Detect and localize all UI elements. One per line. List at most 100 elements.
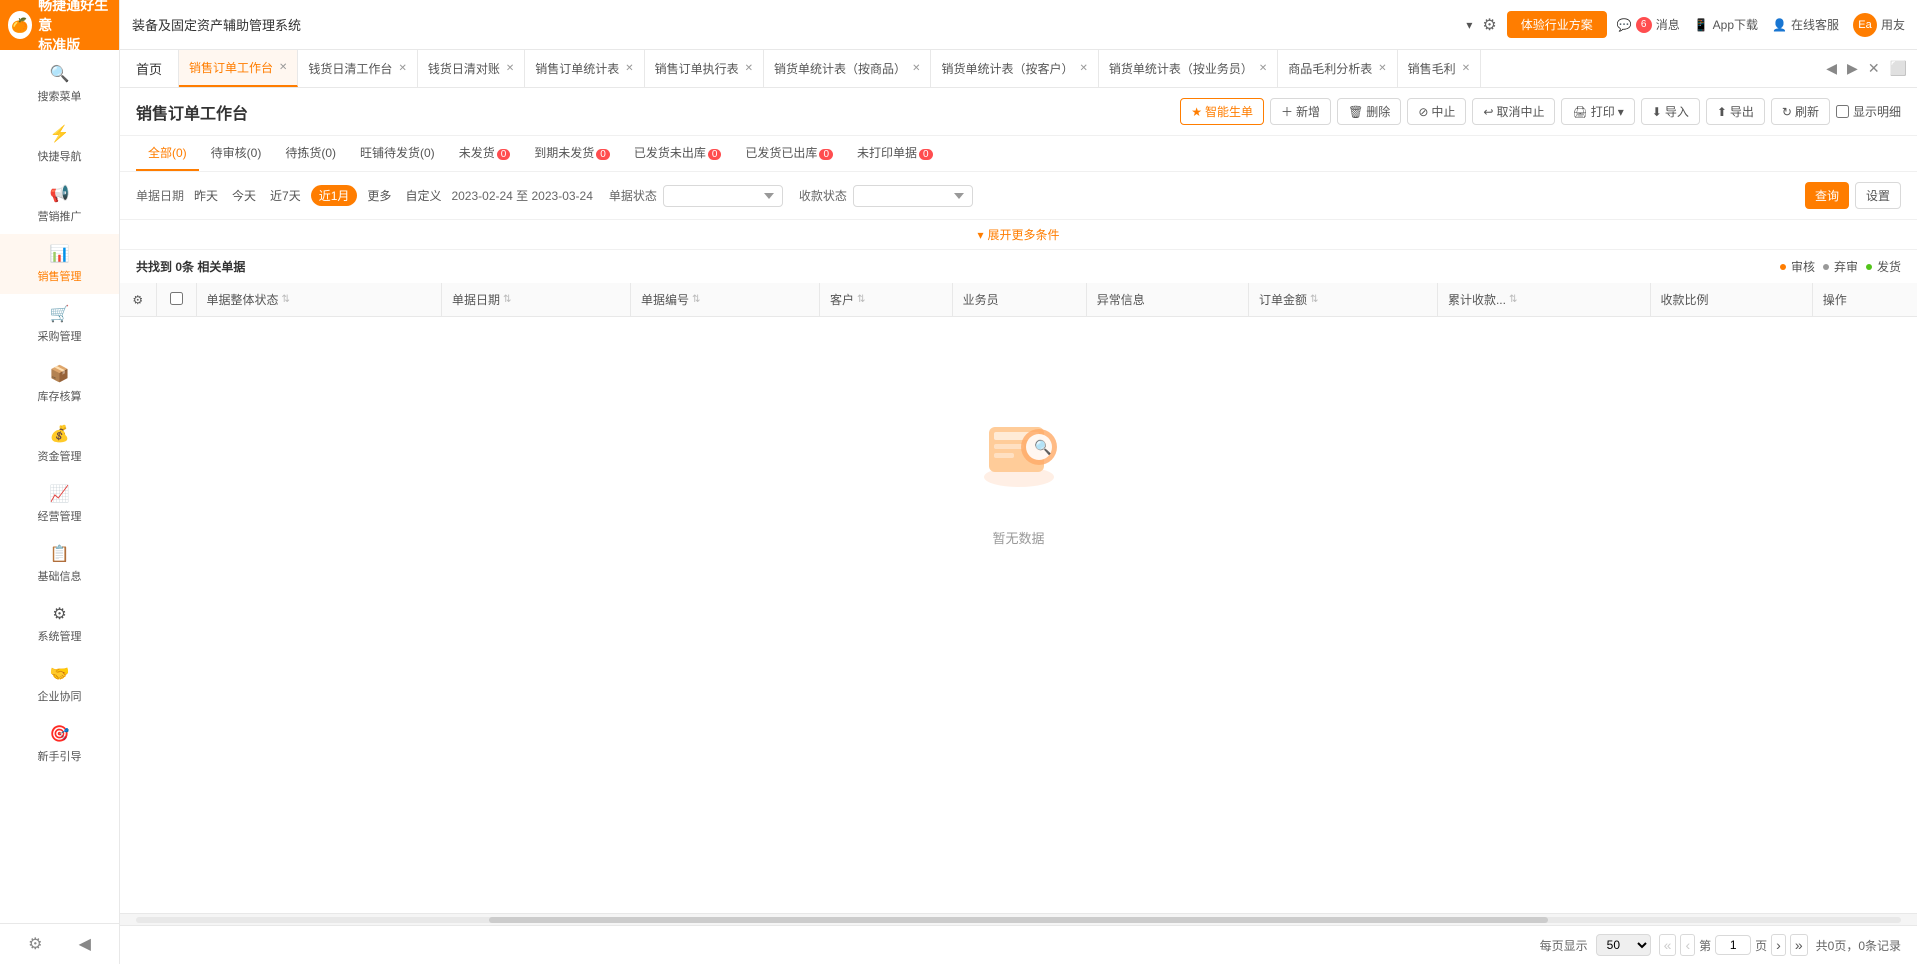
hscroll-track[interactable] — [136, 917, 1901, 923]
tab-item-7[interactable]: 销货单统计表（按业务员） ✕ — [1099, 50, 1278, 87]
tab-item-1[interactable]: 钱货日清工作台 ✕ — [298, 50, 417, 87]
show-detail-checkbox[interactable]: 显示明细 — [1836, 103, 1901, 120]
tab-item-3[interactable]: 销售订单统计表 ✕ — [525, 50, 644, 87]
tab-close-9[interactable]: ✕ — [1462, 63, 1470, 74]
cancel-stop-button[interactable]: ↩ 取消中止 — [1472, 98, 1555, 125]
sort-amount[interactable]: 订单金额 ⇅ — [1259, 291, 1427, 308]
import-button[interactable]: ⬇ 导入 — [1641, 98, 1700, 125]
tab-maximize[interactable]: ⬜ — [1886, 58, 1911, 79]
sub-tab-8[interactable]: 未打印单据0 — [845, 136, 945, 171]
delete-button[interactable]: 🗑 删除 — [1337, 98, 1401, 125]
add-button[interactable]: ＋ 新增 — [1270, 98, 1331, 125]
message-action[interactable]: 💬 6 消息 — [1617, 16, 1680, 33]
tab-item-6[interactable]: 销货单统计表（按客户） ✕ — [931, 50, 1098, 87]
sub-tab-0[interactable]: 全部(0) — [136, 136, 199, 171]
tab-item-2[interactable]: 钱货日清对账 ✕ — [418, 50, 525, 87]
tab-item-4[interactable]: 销售订单执行表 ✕ — [645, 50, 764, 87]
sidebar-item-2[interactable]: 📢 营销推广 — [0, 174, 119, 234]
page-input[interactable]: 1 — [1715, 935, 1751, 955]
settings-icon[interactable]: ⚙ — [1482, 15, 1496, 35]
first-page-btn[interactable]: « — [1659, 934, 1677, 956]
date-option-5[interactable]: 自定义 — [401, 185, 445, 206]
tab-item-0[interactable]: 销售订单工作台 ✕ — [179, 50, 298, 87]
tab-item-8[interactable]: 商品毛利分析表 ✕ — [1278, 50, 1397, 87]
sidebar-item-4[interactable]: 🛒 采购管理 — [0, 294, 119, 354]
sort-number[interactable]: 单据编号 ⇅ — [641, 291, 809, 308]
payment-filter-select[interactable] — [853, 185, 973, 207]
tab-scroll-right[interactable]: ▶ — [1843, 58, 1862, 79]
next-page-btn[interactable]: › — [1771, 934, 1786, 956]
sub-tab-3[interactable]: 旺铺待发货(0) — [348, 136, 447, 171]
ship-action-btn[interactable]: 发货 — [1866, 258, 1901, 275]
review-action-btn[interactable]: 审核 — [1780, 258, 1815, 275]
sidebar-item-3[interactable]: 📊 销售管理 — [0, 234, 119, 294]
prev-page-btn[interactable]: ‹ — [1680, 934, 1695, 956]
sidebar-item-6[interactable]: 💰 资金管理 — [0, 414, 119, 474]
industry-solution-button[interactable]: 体验行业方案 — [1507, 11, 1607, 38]
query-button[interactable]: 查询 — [1805, 182, 1849, 209]
refresh-button[interactable]: ↻ 刷新 — [1771, 98, 1830, 125]
sidebar-item-10[interactable]: 🤝 企业协同 — [0, 654, 119, 714]
sidebar-item-8[interactable]: 📋 基础信息 — [0, 534, 119, 594]
sub-tab-label-4: 未发货 — [459, 146, 495, 160]
sub-tab-label-7: 已发货已出库 — [745, 146, 817, 160]
tab-close-2[interactable]: ✕ — [506, 63, 514, 74]
status-filter-select[interactable] — [663, 185, 783, 207]
export-button[interactable]: ⬆ 导出 — [1706, 98, 1765, 125]
date-option-4[interactable]: 更多 — [363, 185, 395, 206]
tab-close-4[interactable]: ✕ — [745, 63, 753, 74]
sidebar-item-9[interactable]: ⚙ 系统管理 — [0, 594, 119, 654]
online-service-action[interactable]: 👤 在线客服 — [1772, 16, 1839, 33]
sidebar-collapse-btn[interactable]: ◀ — [79, 934, 91, 954]
tab-item-9[interactable]: 销售毛利 ✕ — [1398, 50, 1481, 87]
print-button[interactable]: 🖨 打印 ▾ — [1561, 98, 1634, 125]
tab-home[interactable]: 首页 — [120, 50, 179, 87]
settings-button[interactable]: 设置 — [1855, 182, 1901, 209]
date-option-1[interactable]: 今天 — [228, 185, 260, 206]
tab-close-3[interactable]: ✕ — [625, 63, 633, 74]
sidebar-item-0[interactable]: 🔍 搜索菜单 — [0, 54, 119, 114]
sidebar-settings-btn[interactable]: ⚙ — [28, 934, 42, 954]
date-option-0[interactable]: 昨天 — [190, 185, 222, 206]
sub-tab-7[interactable]: 已发货已出库0 — [733, 136, 845, 171]
tab-close-all[interactable]: ✕ — [1864, 58, 1884, 79]
hscroll-thumb[interactable] — [489, 917, 1548, 923]
app-download-action[interactable]: 📱 App下载 — [1694, 16, 1758, 33]
cancel-review-action-btn[interactable]: 弃审 — [1823, 258, 1858, 275]
sub-tab-2[interactable]: 待拣货(0) — [273, 136, 348, 171]
sidebar-label-11: 新手引导 — [38, 748, 82, 764]
tab-close-6[interactable]: ✕ — [1079, 63, 1087, 74]
last-page-btn[interactable]: » — [1790, 934, 1808, 956]
tab-close-8[interactable]: ✕ — [1378, 63, 1386, 74]
settings-col-icon[interactable]: ⚙ — [132, 293, 143, 307]
sidebar-item-11[interactable]: 🎯 新手引导 — [0, 714, 119, 774]
sidebar-item-7[interactable]: 📈 经营管理 — [0, 474, 119, 534]
sort-date[interactable]: 单据日期 ⇅ — [452, 291, 620, 308]
user-profile[interactable]: Ea 用友 — [1853, 13, 1905, 37]
tab-close-5[interactable]: ✕ — [912, 63, 920, 74]
expand-filter-button[interactable]: ▾ 展开更多条件 — [977, 226, 1059, 243]
tab-item-5[interactable]: 销货单统计表（按商品） ✕ — [764, 50, 931, 87]
date-option-2[interactable]: 近7天 — [266, 185, 305, 206]
smart-create-button[interactable]: ★ 智能生单 — [1180, 98, 1264, 125]
sort-collected[interactable]: 累计收款... ⇅ — [1448, 291, 1640, 308]
system-dropdown[interactable]: ▾ — [1466, 18, 1472, 32]
tab-close-7[interactable]: ✕ — [1259, 63, 1267, 74]
plus-icon: ＋ — [1281, 103, 1293, 120]
date-option-3[interactable]: 近1月 — [311, 185, 358, 206]
page-size-select[interactable]: 50 20 100 — [1596, 934, 1651, 956]
tab-close-1[interactable]: ✕ — [398, 63, 406, 74]
show-detail-input[interactable] — [1836, 105, 1849, 118]
sort-doc-status[interactable]: 单据整体状态 ⇅ — [207, 291, 431, 308]
select-all-checkbox[interactable] — [170, 292, 183, 305]
sub-tab-5[interactable]: 到期未发货0 — [522, 136, 622, 171]
sidebar-item-5[interactable]: 📦 库存核算 — [0, 354, 119, 414]
tab-close-0[interactable]: ✕ — [279, 62, 287, 73]
sort-customer[interactable]: 客户 ⇅ — [830, 291, 942, 308]
sub-tab-6[interactable]: 已发货未出库0 — [622, 136, 734, 171]
sub-tab-4[interactable]: 未发货0 — [447, 136, 523, 171]
sub-tab-1[interactable]: 待审核(0) — [199, 136, 274, 171]
tab-scroll-left[interactable]: ◀ — [1822, 58, 1841, 79]
stop-button[interactable]: ⊘ 中止 — [1407, 98, 1466, 125]
sidebar-item-1[interactable]: ⚡ 快捷导航 — [0, 114, 119, 174]
